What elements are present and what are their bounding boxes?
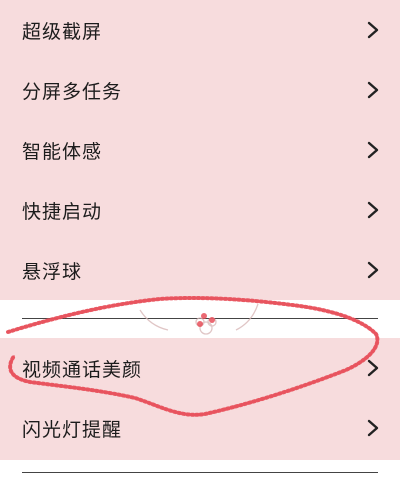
settings-item-label: 悬浮球 [22,260,83,283]
chevron-right-icon [367,141,379,159]
settings-item-quick-launch[interactable]: 快捷启动 [0,180,400,240]
settings-item-floating-ball[interactable]: 悬浮球 [0,240,400,300]
chevron-right-icon [367,81,379,99]
section-divider [22,472,378,473]
section-divider [22,318,378,319]
settings-item-label: 分屏多任务 [22,80,123,103]
settings-item-split-screen[interactable]: 分屏多任务 [0,60,400,120]
settings-item-super-screenshot[interactable]: 超级截屏 [0,0,400,60]
settings-item-smart-motion[interactable]: 智能体感 [0,120,400,180]
chevron-right-icon [367,359,379,377]
settings-group-1: 超级截屏 分屏多任务 智能体感 快捷启动 悬浮球 [0,0,400,300]
small-flower-icon [197,313,215,327]
chevron-right-icon [367,21,379,39]
settings-item-label: 视频通话美颜 [22,358,143,381]
settings-item-label: 快捷启动 [22,200,103,223]
sketch-mascot-icon [139,303,259,335]
settings-group-2: 视频通话美颜 闪光灯提醒 [0,338,400,460]
settings-item-label: 超级截屏 [22,20,103,43]
chevron-right-icon [367,201,379,219]
settings-item-flash-alert[interactable]: 闪光灯提醒 [0,398,400,458]
settings-item-label: 闪光灯提醒 [22,418,123,441]
chevron-right-icon [367,419,379,437]
settings-item-label: 智能体感 [22,140,103,163]
chevron-right-icon [367,261,379,279]
settings-item-video-call-beauty[interactable]: 视频通话美颜 [0,338,400,398]
